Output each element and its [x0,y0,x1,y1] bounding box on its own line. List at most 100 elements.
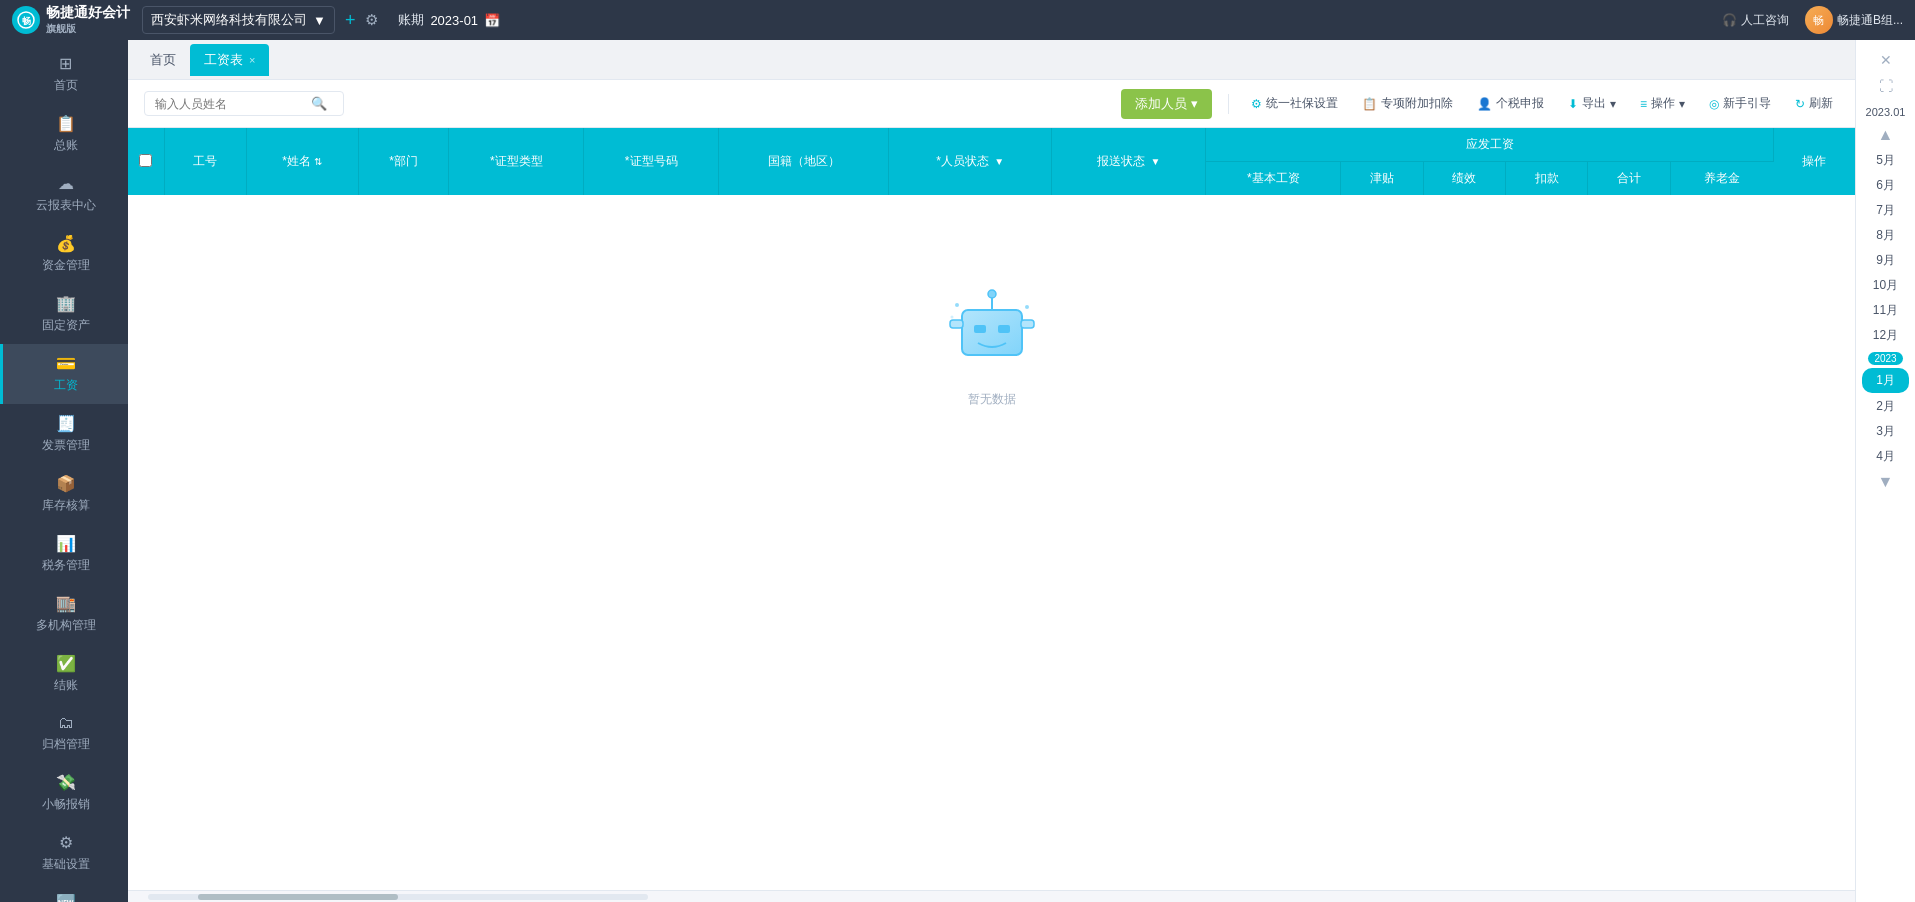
sidebar-item-fixed-assets[interactable]: 🏢 固定资产 [0,284,128,344]
sidebar-item-general-ledger[interactable]: 📋 总账 [0,104,128,164]
support-label: 人工咨询 [1741,12,1789,29]
sidebar-label-cloud-report: 云报表中心 [36,197,96,214]
status-filter-icon[interactable]: ▼ [994,156,1004,167]
period-label: 账期 [398,11,424,29]
sidebar-item-home[interactable]: ⊞ 首页 [0,44,128,104]
settings-icon[interactable]: ⚙ [365,11,378,29]
tax-icon: 📊 [56,534,76,553]
month-item-9[interactable]: 9月 [1856,248,1915,273]
svg-rect-7 [950,320,963,328]
empty-row: 暂无数据 [128,195,1855,488]
operations-dropdown-icon: ▾ [1679,97,1685,111]
sidebar-label-fund: 资金管理 [42,257,90,274]
add-person-label: 添加人员 [1135,95,1187,113]
sidebar-item-invoice[interactable]: 🧾 发票管理 [0,404,128,464]
month-item-6[interactable]: 6月 [1856,173,1915,198]
personal-tax-btn[interactable]: 👤 个税申报 [1471,91,1550,116]
add-button[interactable]: + [345,10,356,31]
tab-salary-table[interactable]: 工资表 × [190,44,269,76]
th-dept: *部门 [358,128,449,195]
period-calendar-icon[interactable]: 📅 [484,13,500,28]
year-2023-badge: 2023 [1868,352,1902,365]
refresh-btn[interactable]: ↻ 刷新 [1789,91,1839,116]
tab-home[interactable]: 首页 [136,44,190,76]
social-security-btn[interactable]: ⚙ 统一社保设置 [1245,91,1344,116]
sidebar-label-tax: 税务管理 [42,557,90,574]
operations-icon: ≡ [1640,97,1647,111]
table-scrollbar[interactable] [128,890,1855,902]
tab-close-icon[interactable]: × [249,54,255,66]
special-deduct-label: 专项附加扣除 [1381,95,1453,112]
svg-rect-4 [998,325,1010,333]
th-operations: 操作 [1773,128,1855,195]
user-info[interactable]: 畅 畅捷通B组... [1805,6,1903,34]
company-dropdown-icon[interactable]: ▼ [313,13,326,28]
svg-rect-2 [962,310,1022,355]
month-item-7[interactable]: 7月 [1856,198,1915,223]
expense-icon: 💸 [56,773,76,792]
company-selector[interactable]: 西安虾米网络科技有限公司 ▼ [142,6,335,34]
month-item-5[interactable]: 5月 [1856,148,1915,173]
sidebar-item-tax[interactable]: 📊 税务管理 [0,524,128,584]
sidebar-item-expense[interactable]: 💸 小畅报销 [0,763,128,823]
support-btn[interactable]: 🎧 人工咨询 [1722,12,1789,29]
sidebar-item-cloud-report[interactable]: ☁ 云报表中心 [0,164,128,224]
month-item-4[interactable]: 4月 [1856,444,1915,469]
quick-guide-btn[interactable]: ◎ 新手引导 [1703,91,1777,116]
month-item-10[interactable]: 10月 [1856,273,1915,298]
th-performance: 绩效 [1423,162,1505,196]
export-btn[interactable]: ⬇ 导出 ▾ [1562,91,1622,116]
th-checkbox[interactable] [128,128,164,195]
search-area: 🔍 [144,91,344,116]
user-label: 畅捷通B组... [1837,12,1903,29]
sidebar-label-invoice: 发票管理 [42,437,90,454]
sidebar-item-salary[interactable]: 💳 工资 [0,344,128,404]
sidebar-item-fund[interactable]: 💰 资金管理 [0,224,128,284]
table-header-row-1: 工号 *姓名 ⇅ *部门 *证型类型 *证型号码 国籍（地区） *人员状态 [128,128,1855,162]
th-id-no: *证型号码 [584,128,719,195]
social-security-label: 统一社保设置 [1266,95,1338,112]
operations-label: 操作 [1651,95,1675,112]
month-item-3[interactable]: 3月 [1856,419,1915,444]
empty-icon [942,275,1042,375]
toolbar: 🔍 添加人员 ▾ ⚙ 统一社保设置 📋 专项附加扣除 [128,80,1855,128]
sidebar-item-inventory[interactable]: 📦 库存核算 [0,464,128,524]
month-item-2[interactable]: 2月 [1856,394,1915,419]
personal-tax-label: 个税申报 [1496,95,1544,112]
panel-up-arrow[interactable]: ▲ [1878,122,1894,148]
sidebar-item-archive[interactable]: 🗂 归档管理 [0,704,128,763]
special-deduct-btn[interactable]: 📋 专项附加扣除 [1356,91,1459,116]
svg-point-6 [988,290,996,298]
report-filter-icon[interactable]: ▼ [1150,156,1160,167]
scrollbar-thumb[interactable] [198,894,398,900]
panel-down-arrow[interactable]: ▼ [1878,469,1894,495]
sidebar-item-multi-org[interactable]: 🏬 多机构管理 [0,584,128,644]
panel-expand-icon[interactable]: ⛶ [1879,74,1893,98]
month-item-1[interactable]: 1月 [1862,368,1909,393]
month-item-11[interactable]: 11月 [1856,298,1915,323]
operations-btn[interactable]: ≡ 操作 ▾ [1634,91,1691,116]
headset-icon: 🎧 [1722,13,1737,27]
month-item-12[interactable]: 12月 [1856,323,1915,348]
logo-text-block: 畅捷通好会计 旗舰版 [46,4,130,36]
home-icon: ⊞ [59,54,72,73]
sidebar-item-guide[interactable]: 🆕 新手引导 [0,883,128,902]
period-display: 账期 2023-01 📅 [398,11,500,29]
search-input[interactable] [155,97,305,111]
sidebar: ⊞ 首页 📋 总账 ☁ 云报表中心 💰 资金管理 🏢 固定资产 💳 工资 🧾 发… [0,40,128,902]
select-all-checkbox[interactable] [139,154,152,167]
content-area: 首页 工资表 × 🔍 添加人员 ▾ [128,40,1855,902]
add-person-button[interactable]: 添加人员 ▾ [1121,89,1212,119]
app-name: 畅捷通好会计 [46,4,130,22]
svg-point-10 [1025,305,1029,309]
table-container: 工号 *姓名 ⇅ *部门 *证型类型 *证型号码 国籍（地区） *人员状态 [128,128,1855,890]
multi-org-icon: 🏬 [56,594,76,613]
sort-icon[interactable]: ⇅ [314,156,322,167]
right-panel: ✕ ⛶ 2023.01 ▲ 5月 6月 7月 8月 9月 10月 11月 12月… [1855,40,1915,902]
sidebar-item-checkout[interactable]: ✅ 结账 [0,644,128,704]
month-item-8[interactable]: 8月 [1856,223,1915,248]
sidebar-item-basic-settings[interactable]: ⚙ 基础设置 [0,823,128,883]
panel-close-icon[interactable]: ✕ [1880,48,1892,72]
personal-tax-icon: 👤 [1477,97,1492,111]
add-dropdown-icon: ▾ [1191,96,1198,111]
